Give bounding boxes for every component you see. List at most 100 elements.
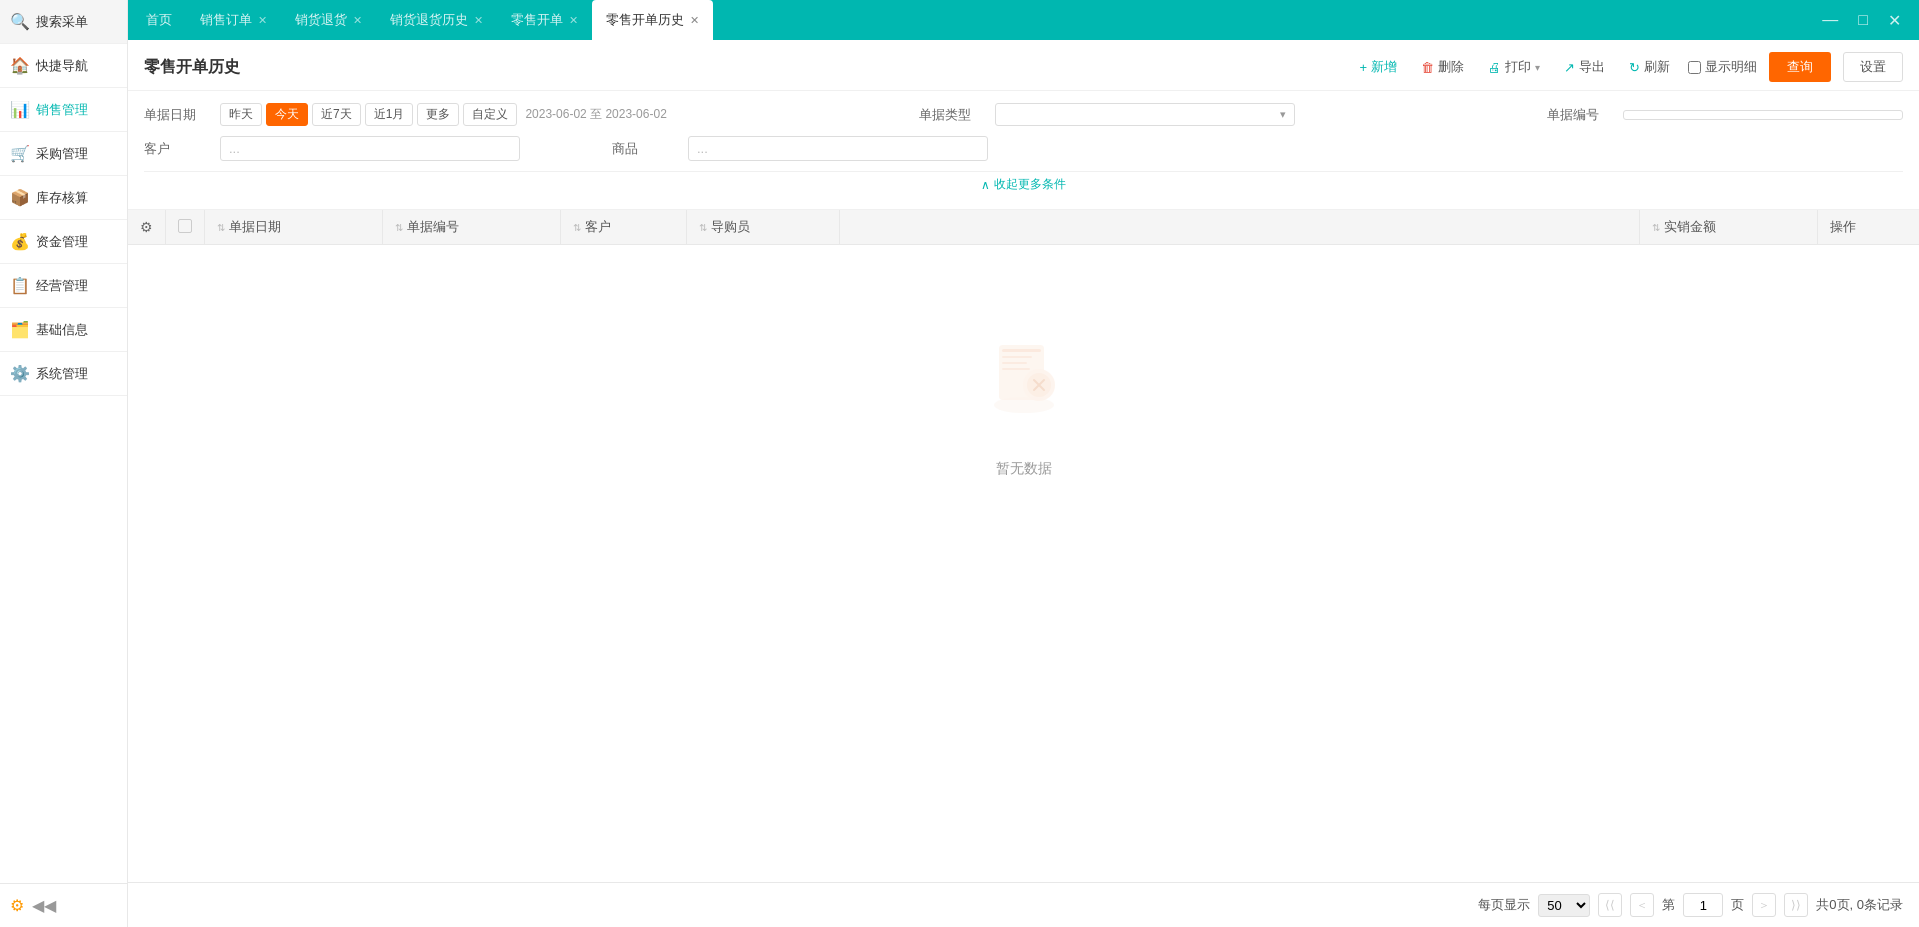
th-guide: ⇅ 导购员 [687,210,839,245]
sidebar-item-inventory[interactable]: 📦 库存核算 [0,176,127,220]
svg-rect-2 [1002,349,1041,352]
delete-button[interactable]: 🗑 删除 [1415,54,1470,80]
tab-sales-return[interactable]: 销货退货 ✕ [281,0,376,40]
export-button[interactable]: ↗ 导出 [1558,54,1611,80]
collapse-more-label: 收起更多条件 [994,176,1066,193]
doc-type-select[interactable]: ▾ [995,103,1295,126]
display-detail-label: 显示明细 [1705,58,1757,76]
date-range-text: 2023-06-02 至 2023-06-02 [525,106,666,123]
sort-no-icon[interactable]: ⇅ [395,222,403,233]
goods-filter-label: 商品 [612,140,672,158]
display-detail-toggle[interactable]: 显示明细 [1688,58,1757,76]
sidebar-item-basic-info[interactable]: 🗂️ 基础信息 [0,308,127,352]
tab-sales-order-close[interactable]: ✕ [258,14,267,27]
window-controls: — □ ✕ [1816,9,1915,32]
system-icon: ⚙️ [10,364,30,383]
tab-sales-return-label: 销货退货 [295,11,347,29]
table-area: ⚙ ⇅ 单据日期 ⇅ [128,210,1919,882]
sidebar-search[interactable]: 🔍 搜索采单 [0,0,127,44]
customer-value: ... [229,141,240,156]
sidebar-collapse-icon[interactable]: ◀◀ [32,896,56,915]
refresh-button[interactable]: ↻ 刷新 [1623,54,1676,80]
sort-guide-icon[interactable]: ⇅ [699,222,707,233]
setting-button[interactable]: 设置 [1843,52,1903,82]
sidebar-item-label: 系统管理 [36,365,88,383]
pagination: 每页显示 50 10 20 100 ⟨⟨ ＜ 第 页 ＞ ⟩⟩ 共0页, 0条记… [128,882,1919,927]
th-no-label: 单据编号 [407,218,459,236]
delete-icon: 🗑 [1421,60,1434,75]
tab-retail-open-label: 零售开单 [511,11,563,29]
tab-home[interactable]: 首页 [132,0,186,40]
sidebar-item-purchase-mgmt[interactable]: 🛒 采购管理 [0,132,127,176]
first-page-button[interactable]: ⟨⟨ [1598,893,1622,917]
date-btn-custom[interactable]: 自定义 [463,103,517,126]
select-all-checkbox[interactable] [178,219,192,233]
tab-sales-return-history-close[interactable]: ✕ [474,14,483,27]
sidebar-bottom: ⚙ ◀◀ [0,883,127,927]
th-spacer [839,210,1640,245]
sidebar-item-label: 采购管理 [36,145,88,163]
basic-info-icon: 🗂️ [10,320,30,339]
main-area: 首页 销售订单 ✕ 销货退货 ✕ 销货退货历史 ✕ 零售开单 ✕ 零售开单历史 … [128,0,1919,927]
per-page-select[interactable]: 50 10 20 100 [1538,894,1590,917]
maximize-button[interactable]: □ [1852,9,1874,31]
purchase-icon: 🛒 [10,144,30,163]
table-gear-icon[interactable]: ⚙ [140,219,153,235]
empty-illustration [974,325,1074,444]
tab-sales-return-close[interactable]: ✕ [353,14,362,27]
next-page-button[interactable]: ＞ [1752,893,1776,917]
export-icon: ↗ [1564,60,1575,75]
doc-type-chevron-icon: ▾ [1280,108,1286,121]
customer-input[interactable]: ... [220,136,520,161]
tab-retail-open-history[interactable]: 零售开单历史 ✕ [592,0,713,40]
sort-date-icon[interactable]: ⇅ [217,222,225,233]
sidebar-item-system[interactable]: ⚙️ 系统管理 [0,352,127,396]
current-page-input[interactable] [1683,893,1723,917]
sidebar-item-finance[interactable]: 💰 资金管理 [0,220,127,264]
date-btn-yesterday[interactable]: 昨天 [220,103,262,126]
empty-text: 暂无数据 [996,460,1052,478]
total-text: 共0页, 0条记录 [1816,896,1903,914]
th-date: ⇅ 单据日期 [205,210,383,245]
settings-gear-icon[interactable]: ⚙ [10,896,24,915]
table-header-row: ⚙ ⇅ 单据日期 ⇅ [128,210,1919,245]
toolbar: + 新增 🗑 删除 🖨 打印 ▾ ↗ 导出 ↻ 刷新 [1353,52,1903,82]
sidebar-item-label: 库存核算 [36,189,88,207]
tab-sales-order-label: 销售订单 [200,11,252,29]
tab-retail-open[interactable]: 零售开单 ✕ [497,0,592,40]
date-btn-today[interactable]: 今天 [266,103,308,126]
minimize-button[interactable]: — [1816,9,1844,31]
table-body: 暂无数据 [128,245,1919,559]
sidebar-item-quick-nav[interactable]: 🏠 快捷导航 [0,44,127,88]
sidebar-item-label: 基础信息 [36,321,88,339]
last-page-button[interactable]: ⟩⟩ [1784,893,1808,917]
print-chevron-icon: ▾ [1535,62,1540,73]
sidebar-item-label: 销售管理 [36,101,88,119]
doc-no-input[interactable] [1623,110,1903,120]
tab-sales-return-history[interactable]: 销货退货历史 ✕ [376,0,497,40]
sidebar-item-sales-mgmt[interactable]: 📊 销售管理 [0,88,127,132]
close-button[interactable]: ✕ [1882,9,1907,32]
th-action-label: 操作 [1830,219,1856,234]
th-date-label: 单据日期 [229,218,281,236]
add-button[interactable]: + 新增 [1353,54,1403,80]
tab-sales-order[interactable]: 销售订单 ✕ [186,0,281,40]
tab-retail-open-close[interactable]: ✕ [569,14,578,27]
sidebar-item-operations[interactable]: 📋 经营管理 [0,264,127,308]
search-icon: 🔍 [10,12,30,31]
print-icon: 🖨 [1488,60,1501,75]
print-button[interactable]: 🖨 打印 ▾ [1482,54,1546,80]
query-button[interactable]: 查询 [1769,52,1831,82]
date-btn-7days[interactable]: 近7天 [312,103,361,126]
display-detail-checkbox[interactable] [1688,61,1701,74]
sort-amount-icon[interactable]: ⇅ [1652,222,1660,233]
collapse-more-btn[interactable]: ∧ 收起更多条件 [144,171,1903,197]
date-btn-more[interactable]: 更多 [417,103,459,126]
tab-retail-open-history-close[interactable]: ✕ [690,14,699,27]
sort-customer-icon[interactable]: ⇅ [573,222,581,233]
export-label: 导出 [1579,58,1605,76]
date-btn-1month[interactable]: 近1月 [365,103,414,126]
prev-page-button[interactable]: ＜ [1630,893,1654,917]
goods-input[interactable]: ... [688,136,988,161]
doc-no-filter-label: 单据编号 [1547,106,1607,124]
